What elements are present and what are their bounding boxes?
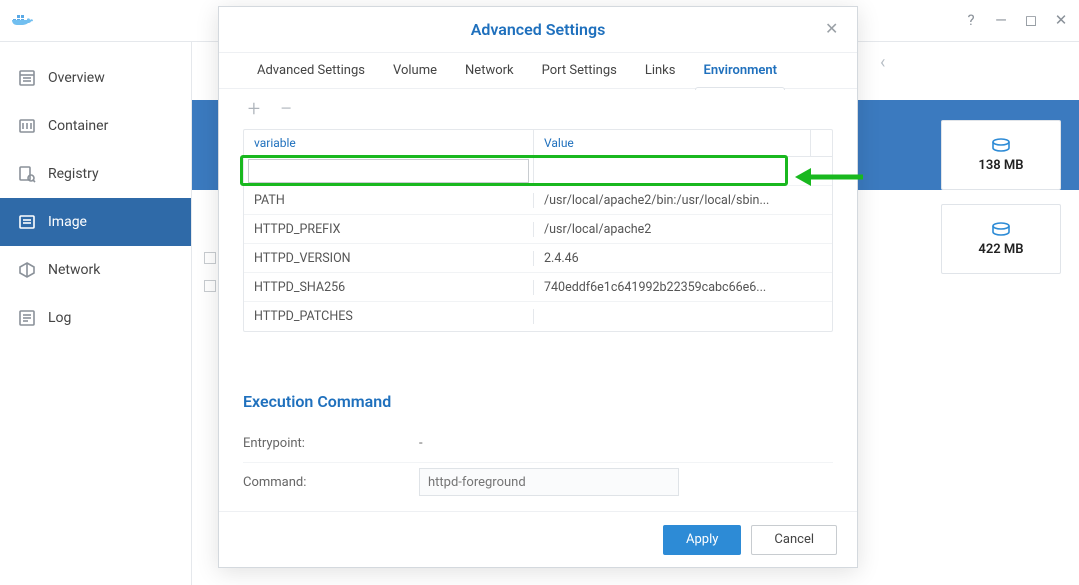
- background-list: [204, 244, 216, 300]
- env-row[interactable]: HTTPD_SHA256 740eddf6e1c641992b22359cabc…: [244, 273, 832, 302]
- image-size: 422 MB: [978, 242, 1023, 257]
- command-input[interactable]: [419, 468, 679, 496]
- sidebar-item-label: Log: [48, 310, 71, 326]
- env-value: /usr/local/apache2/bin:/usr/local/sbin..…: [534, 193, 832, 208]
- image-size: 138 MB: [978, 158, 1023, 173]
- cancel-button[interactable]: Cancel: [751, 525, 837, 555]
- sidebar: Overview Container Registry Image Networ…: [0, 42, 192, 585]
- docker-logo-icon: [10, 9, 34, 33]
- env-variable: PATH: [244, 193, 534, 208]
- col-spacer: [810, 130, 832, 156]
- env-value: /usr/local/apache2: [534, 222, 832, 237]
- env-row[interactable]: HTTPD_PATCHES: [244, 302, 832, 331]
- env-variable: HTTPD_PATCHES: [244, 309, 534, 324]
- minimize-icon[interactable]: —: [989, 8, 1013, 32]
- advanced-settings-dialog: Advanced Settings ✕ Advanced Settings Vo…: [218, 6, 858, 568]
- checkbox[interactable]: [204, 252, 216, 264]
- env-row[interactable]: HTTPD_PREFIX /usr/local/apache2: [244, 215, 832, 244]
- add-row-button[interactable]: +: [243, 99, 265, 121]
- row-actions: + −: [243, 99, 833, 121]
- env-row[interactable]: HTTPD_VERSION 2.4.46: [244, 244, 832, 273]
- tab-port-settings[interactable]: Port Settings: [528, 53, 631, 89]
- env-variable-input[interactable]: [248, 159, 529, 183]
- env-variable: HTTPD_VERSION: [244, 251, 534, 266]
- image-cards: 138 MB 422 MB: [941, 120, 1061, 288]
- maximize-icon[interactable]: ◻: [1019, 8, 1043, 32]
- col-header-value[interactable]: Value: [534, 130, 810, 156]
- dialog-body: + − variable Value PATH /usr/local/apach…: [219, 89, 857, 511]
- env-value: 2.4.46: [534, 251, 832, 266]
- overview-icon: [18, 69, 36, 87]
- env-variable: HTTPD_PREFIX: [244, 222, 534, 237]
- sidebar-item-registry[interactable]: Registry: [0, 150, 191, 198]
- env-row[interactable]: PATH /usr/local/apache2/bin:/usr/local/s…: [244, 186, 832, 215]
- env-value: 740eddf6e1c641992b22359cabc66e6...: [534, 280, 832, 295]
- disk-icon: [991, 138, 1011, 154]
- command-label: Command:: [243, 475, 419, 490]
- dialog-title: Advanced Settings: [471, 20, 606, 39]
- dialog-tabs: Advanced Settings Volume Network Port Se…: [219, 53, 857, 89]
- image-card[interactable]: 138 MB: [941, 120, 1061, 190]
- tab-volume[interactable]: Volume: [379, 53, 451, 89]
- sidebar-item-overview[interactable]: Overview: [0, 54, 191, 102]
- tab-network[interactable]: Network: [451, 53, 528, 89]
- entrypoint-value: -: [419, 436, 423, 451]
- sidebar-item-network[interactable]: Network: [0, 246, 191, 294]
- sidebar-item-label: Network: [48, 262, 100, 278]
- entrypoint-label: Entrypoint:: [243, 436, 419, 451]
- env-table-head: variable Value: [244, 130, 832, 157]
- image-icon: [18, 213, 36, 231]
- env-table: variable Value PATH /usr/local/apache2/b…: [243, 129, 833, 332]
- remove-row-button[interactable]: −: [275, 99, 297, 121]
- sidebar-item-label: Overview: [48, 70, 105, 86]
- help-icon[interactable]: ?: [959, 8, 983, 32]
- tab-advanced-settings[interactable]: Advanced Settings: [243, 53, 379, 89]
- disk-icon: [991, 222, 1011, 238]
- dialog-footer: Apply Cancel: [219, 511, 857, 567]
- registry-icon: [18, 165, 36, 183]
- execution-section: Execution Command Entrypoint: - Command:: [243, 392, 833, 501]
- execution-title: Execution Command: [243, 392, 833, 411]
- entrypoint-row: Entrypoint: -: [243, 425, 833, 463]
- sidebar-item-image[interactable]: Image: [0, 198, 191, 246]
- command-row: Command:: [243, 463, 833, 501]
- env-value-input[interactable]: [538, 159, 828, 183]
- env-variable: HTTPD_SHA256: [244, 280, 534, 295]
- dialog-header: Advanced Settings ✕: [219, 7, 857, 53]
- sidebar-item-label: Image: [48, 214, 87, 230]
- log-icon: [18, 309, 36, 327]
- sidebar-item-label: Container: [48, 118, 108, 134]
- checkbox[interactable]: [204, 280, 216, 292]
- close-icon[interactable]: ✕: [825, 21, 843, 39]
- window-controls: ? — ◻ ✕: [959, 8, 1073, 32]
- back-chevron-icon[interactable]: ‹: [880, 52, 885, 73]
- sidebar-item-container[interactable]: Container: [0, 102, 191, 150]
- apply-button[interactable]: Apply: [663, 525, 741, 555]
- network-icon: [18, 261, 36, 279]
- tab-environment[interactable]: Environment: [689, 53, 791, 89]
- sidebar-item-label: Registry: [48, 166, 99, 182]
- image-card[interactable]: 422 MB: [941, 204, 1061, 274]
- tab-links[interactable]: Links: [631, 53, 690, 89]
- close-window-icon[interactable]: ✕: [1049, 8, 1073, 32]
- col-header-variable[interactable]: variable: [244, 130, 534, 156]
- env-row-editing[interactable]: [244, 157, 832, 186]
- sidebar-item-log[interactable]: Log: [0, 294, 191, 342]
- container-icon: [18, 117, 36, 135]
